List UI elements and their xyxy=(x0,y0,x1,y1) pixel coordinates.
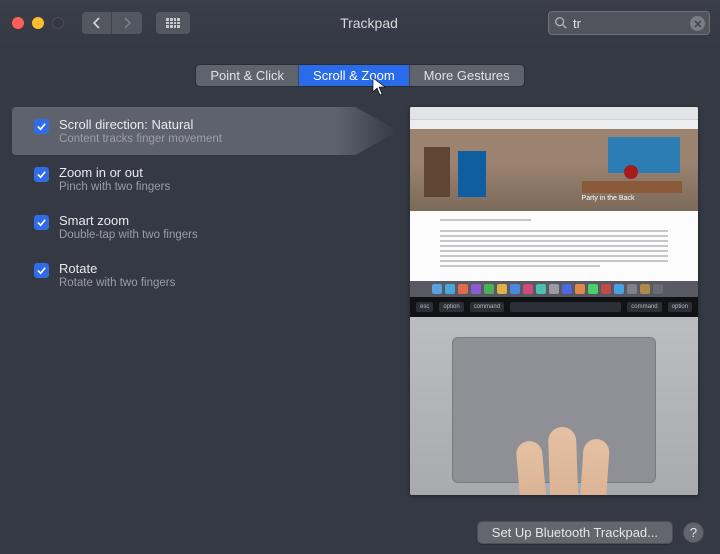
search-field[interactable] xyxy=(548,11,710,35)
back-button[interactable] xyxy=(82,12,112,34)
gesture-preview: Party in the Back xyxy=(410,107,698,495)
preview-screen: Party in the Back xyxy=(410,107,698,297)
grid-icon xyxy=(166,18,180,28)
option-subtitle: Rotate with two fingers xyxy=(59,277,175,289)
option-subtitle: Pinch with two fingers xyxy=(59,181,170,193)
option-subtitle: Content tracks finger movement xyxy=(59,133,222,145)
tab-label: More Gestures xyxy=(424,68,510,83)
setup-bluetooth-button[interactable]: Set Up Bluetooth Trackpad... xyxy=(477,521,673,544)
nav-buttons xyxy=(82,12,142,34)
option-title: Zoom in or out xyxy=(59,165,170,180)
show-all-button[interactable] xyxy=(156,12,190,34)
minimize-button[interactable] xyxy=(32,17,44,29)
option-title: Scroll direction: Natural xyxy=(59,117,222,132)
help-button[interactable]: ? xyxy=(683,522,704,543)
window-controls xyxy=(12,17,64,29)
option-title: Smart zoom xyxy=(59,213,198,228)
chevron-right-icon xyxy=(122,17,132,29)
search-icon xyxy=(554,16,568,30)
check-icon xyxy=(36,169,47,180)
tab-more-gestures[interactable]: More Gestures xyxy=(410,65,524,86)
chevron-left-icon xyxy=(92,17,102,29)
tab-label: Point & Click xyxy=(210,68,284,83)
preview-dock xyxy=(410,281,698,297)
tab-scroll-zoom[interactable]: Scroll & Zoom xyxy=(299,65,410,86)
check-icon xyxy=(36,217,47,228)
option-zoom[interactable]: Zoom in or out Pinch with two fingers xyxy=(22,155,398,203)
checkbox[interactable] xyxy=(34,263,49,278)
option-subtitle: Double-tap with two fingers xyxy=(59,229,198,241)
close-icon xyxy=(694,20,702,28)
close-button[interactable] xyxy=(12,17,24,29)
preview-touchbar: esc option command command option xyxy=(410,297,698,317)
option-rotate[interactable]: Rotate Rotate with two fingers xyxy=(22,251,398,299)
checkbox[interactable] xyxy=(34,215,49,230)
option-title: Rotate xyxy=(59,261,175,276)
check-icon xyxy=(36,265,47,276)
option-smart-zoom[interactable]: Smart zoom Double-tap with two fingers xyxy=(22,203,398,251)
option-scroll-direction[interactable]: Scroll direction: Natural Content tracks… xyxy=(12,107,398,155)
forward-button xyxy=(112,12,142,34)
checkbox[interactable] xyxy=(34,167,49,182)
options-list: Scroll direction: Natural Content tracks… xyxy=(22,107,398,495)
maximize-button xyxy=(52,17,64,29)
preview-hand xyxy=(506,347,626,495)
check-icon xyxy=(36,121,47,132)
toolbar: Trackpad xyxy=(0,0,720,46)
content-area: Scroll direction: Natural Content tracks… xyxy=(0,87,720,495)
checkbox[interactable] xyxy=(34,119,49,134)
clear-search-button[interactable] xyxy=(690,16,705,31)
tab-bar: Point & Click Scroll & Zoom More Gesture… xyxy=(0,64,720,87)
tab-point-click[interactable]: Point & Click xyxy=(196,65,299,86)
window-title: Trackpad xyxy=(198,15,540,31)
preview-hero-title: Party in the Back xyxy=(558,195,658,207)
preview-trackpad xyxy=(410,317,698,495)
search-input[interactable] xyxy=(573,16,687,31)
footer: Set Up Bluetooth Trackpad... ? xyxy=(477,521,704,544)
tab-label: Scroll & Zoom xyxy=(313,68,395,83)
